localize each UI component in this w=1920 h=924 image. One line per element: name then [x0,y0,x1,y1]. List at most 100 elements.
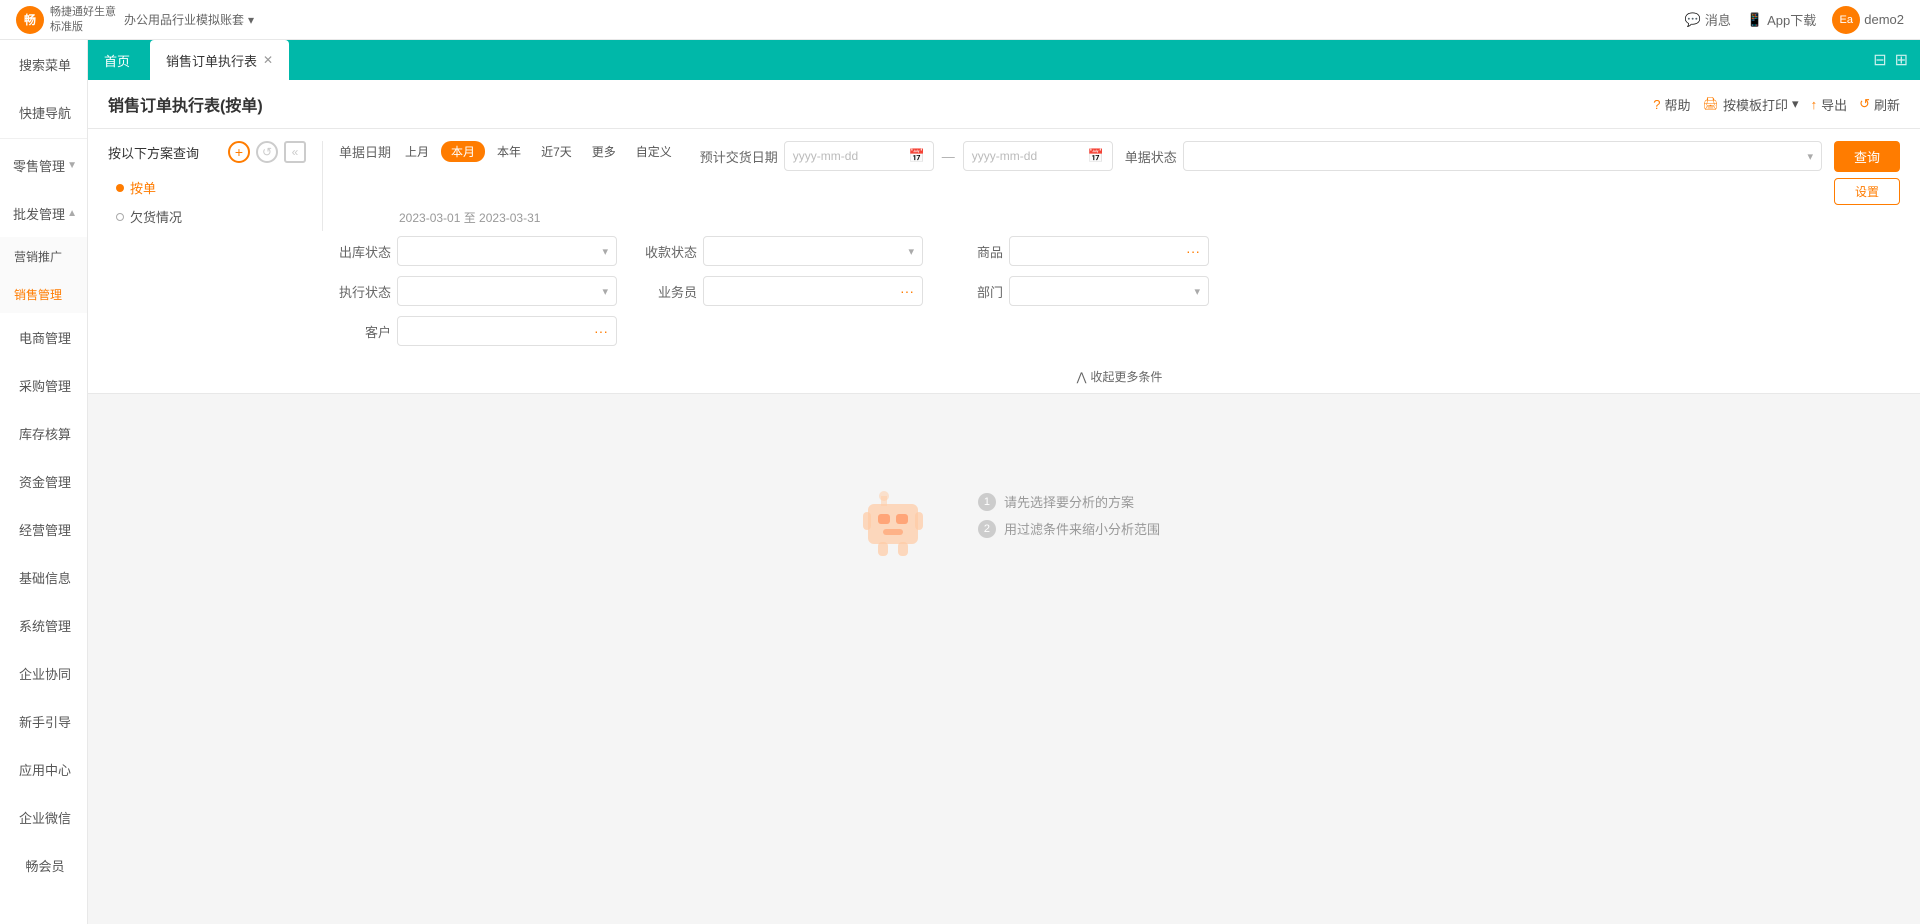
filter-out-status: 出库状态 ▾ [339,236,617,266]
tab-bar-right: ⊟ ⊞ [1873,50,1920,70]
sidebar-item-wholesale-mgmt[interactable]: 批发管理 ▲ [0,189,87,237]
filter-rows-area: 单据日期 上月 本月 本年 近7天 更多 自定义 [339,141,1900,393]
sidebar-item-purchase[interactable]: 采购管理 [0,361,87,409]
date-dash: — [942,149,955,164]
sidebar-item-system[interactable]: 系统管理 [0,601,87,649]
tab-sales-order-exec[interactable]: 销售订单执行表 ✕ [150,40,289,80]
exec-status-select[interactable]: ▾ [397,276,617,306]
sidebar-item-operations[interactable]: 经营管理 [0,505,87,553]
refresh-scheme-button[interactable]: ↺ [256,141,278,163]
print-button[interactable]: 🖨 按模板打印 ▾ [1703,95,1799,114]
customer-select[interactable]: ··· [397,316,617,346]
date-btn-last-month[interactable]: 上月 [397,141,437,162]
step-1-number: 1 [978,493,996,511]
chevron-down-icon: ▾ [248,13,254,27]
filter-left-panel: 按以下方案查询 + ↺ « 按单 [108,141,323,231]
filter-exec-status: 执行状态 ▾ [339,276,617,306]
scheme-item-by-order[interactable]: 按单 [108,173,306,202]
date-btn-current-year[interactable]: 本年 [489,141,529,162]
avatar: Ea [1832,6,1860,34]
query-button[interactable]: 查询 [1834,141,1900,172]
filter-doc-status: 单据状态 ▾ [1125,141,1822,171]
doc-status-select[interactable]: ▾ [1183,141,1822,171]
tab-minimize-icon[interactable]: ⊟ [1873,50,1886,70]
app-download-button[interactable]: 📱 App下载 [1747,10,1816,29]
quick-nav-label: 快捷导航 [19,103,71,122]
active-dot-icon [116,184,124,192]
date-btn-7days[interactable]: 近7天 [533,141,580,162]
settings-button[interactable]: 设置 [1834,178,1900,205]
home-tab-label: 首页 [104,51,130,70]
date-btn-current-month[interactable]: 本月 [441,141,485,162]
sales-mgmt-label: 销售管理 [14,286,62,303]
filter-row-1: 单据日期 上月 本月 本年 近7天 更多 自定义 [339,141,1900,205]
salesperson-dots-icon[interactable]: ··· [900,283,914,299]
sidebar-item-retail-mgmt[interactable]: 零售管理 ▼ [0,141,87,189]
sidebar-item-inventory[interactable]: 库存核算 [0,409,87,457]
department-select[interactable]: ▾ [1009,276,1209,306]
search-menu-label: 搜索菜单 [19,55,71,74]
collapse-left-button[interactable]: « [284,141,306,163]
user-area[interactable]: Ea demo2 [1832,6,1904,34]
collapse-row: ⋀ 收起更多条件 [339,356,1900,393]
logo-text: 畅捷通好生意 标准版 [50,5,116,34]
page-title: 销售订单执行表(按单) [108,92,263,128]
action-buttons: 查询 设置 [1834,141,1900,205]
sidebar-item-app-center[interactable]: 应用中心 [0,745,87,793]
page-header: 销售订单执行表(按单) ? 帮助 🖨 按模板打印 ▾ ↑ 导出 [88,80,1920,129]
sidebar-item-beginner-guide[interactable]: 新手引导 [0,697,87,745]
goods-dots-icon[interactable]: ··· [1186,243,1200,259]
filter-left-header: 按以下方案查询 + ↺ « [108,141,306,163]
filter-right-panel: 单据日期 上月 本月 本年 近7天 更多 自定义 [323,141,1900,393]
left-sub-items: 按单 欠货情况 [108,173,306,231]
filter-row-4: 客户 ··· [339,316,1900,346]
print-chevron-icon: ▾ [1792,96,1799,112]
scheme-item-owe-goods[interactable]: 欠货情况 [108,202,306,231]
step-2-number: 2 [978,520,996,538]
customer-dots-icon[interactable]: ··· [594,323,608,339]
exec-status-chevron-icon: ▾ [602,285,608,298]
sidebar: 搜索菜单 快捷导航 零售管理 ▼ 批发管理 ▲ 营销推广 销售管理 电商管理 采… [0,40,88,924]
breadcrumb[interactable]: 办公用品行业模拟账套 ▾ [124,11,254,28]
help-button[interactable]: ? 帮助 [1653,95,1690,114]
refresh-icon: ↺ [1859,96,1870,112]
empty-step-2: 2 用过滤条件来缩小分析范围 [978,519,1160,538]
out-status-select[interactable]: ▾ [397,236,617,266]
collapse-up-icon: ⋀ [1077,370,1087,384]
add-scheme-button[interactable]: + [228,141,250,163]
sidebar-item-enterprise-collab[interactable]: 企业协同 [0,649,87,697]
collapse-button[interactable]: ⋀ 收起更多条件 [1077,368,1163,385]
page-content: 销售订单执行表(按单) ? 帮助 🖨 按模板打印 ▾ ↑ 导出 [88,80,1920,924]
collect-status-select[interactable]: ▾ [703,236,923,266]
sidebar-item-basic-info[interactable]: 基础信息 [0,553,87,601]
goods-select[interactable]: ··· [1009,236,1209,266]
date-range-text: 2023-03-01 至 2023-03-31 [399,209,540,226]
expected-date-start-input[interactable]: yyyy-mm-dd 📅 [784,141,934,171]
tab-expand-icon[interactable]: ⊞ [1895,50,1908,70]
sidebar-item-membership[interactable]: 畅会员 [0,841,87,889]
date-btn-more[interactable]: 更多 [584,141,624,162]
filter-customer: 客户 ··· [339,316,617,346]
page-header-actions: ? 帮助 🖨 按模板打印 ▾ ↑ 导出 ↺ 刷新 [1653,95,1900,126]
sidebar-sub-item-marketing[interactable]: 营销推广 [0,237,87,275]
filter-collect-status: 收款状态 ▾ [645,236,923,266]
sidebar-item-ecommerce[interactable]: 电商管理 [0,313,87,361]
export-button[interactable]: ↑ 导出 [1811,95,1848,114]
refresh-button[interactable]: ↺ 刷新 [1859,95,1900,114]
marketing-label: 营销推广 [14,248,62,265]
divider1 [0,138,87,139]
sidebar-sub-item-sales-mgmt[interactable]: 销售管理 [0,275,87,313]
app-icon: 📱 [1747,12,1763,28]
salesperson-select[interactable]: ··· [703,276,923,306]
sidebar-item-search-menu[interactable]: 搜索菜单 [0,40,87,88]
expected-date-end-input[interactable]: yyyy-mm-dd 📅 [963,141,1113,171]
message-button[interactable]: 💬 消息 [1685,10,1731,29]
tab-close-icon[interactable]: ✕ [263,53,273,67]
message-icon: 💬 [1685,12,1701,28]
sidebar-item-quick-nav[interactable]: 快捷导航 [0,88,87,136]
tab-home[interactable]: 首页 [88,40,146,80]
inactive-dot-icon [116,213,124,221]
date-btn-custom[interactable]: 自定义 [628,141,680,162]
sidebar-item-wechat-enterprise[interactable]: 企业微信 [0,793,87,841]
sidebar-item-funds[interactable]: 资金管理 [0,457,87,505]
